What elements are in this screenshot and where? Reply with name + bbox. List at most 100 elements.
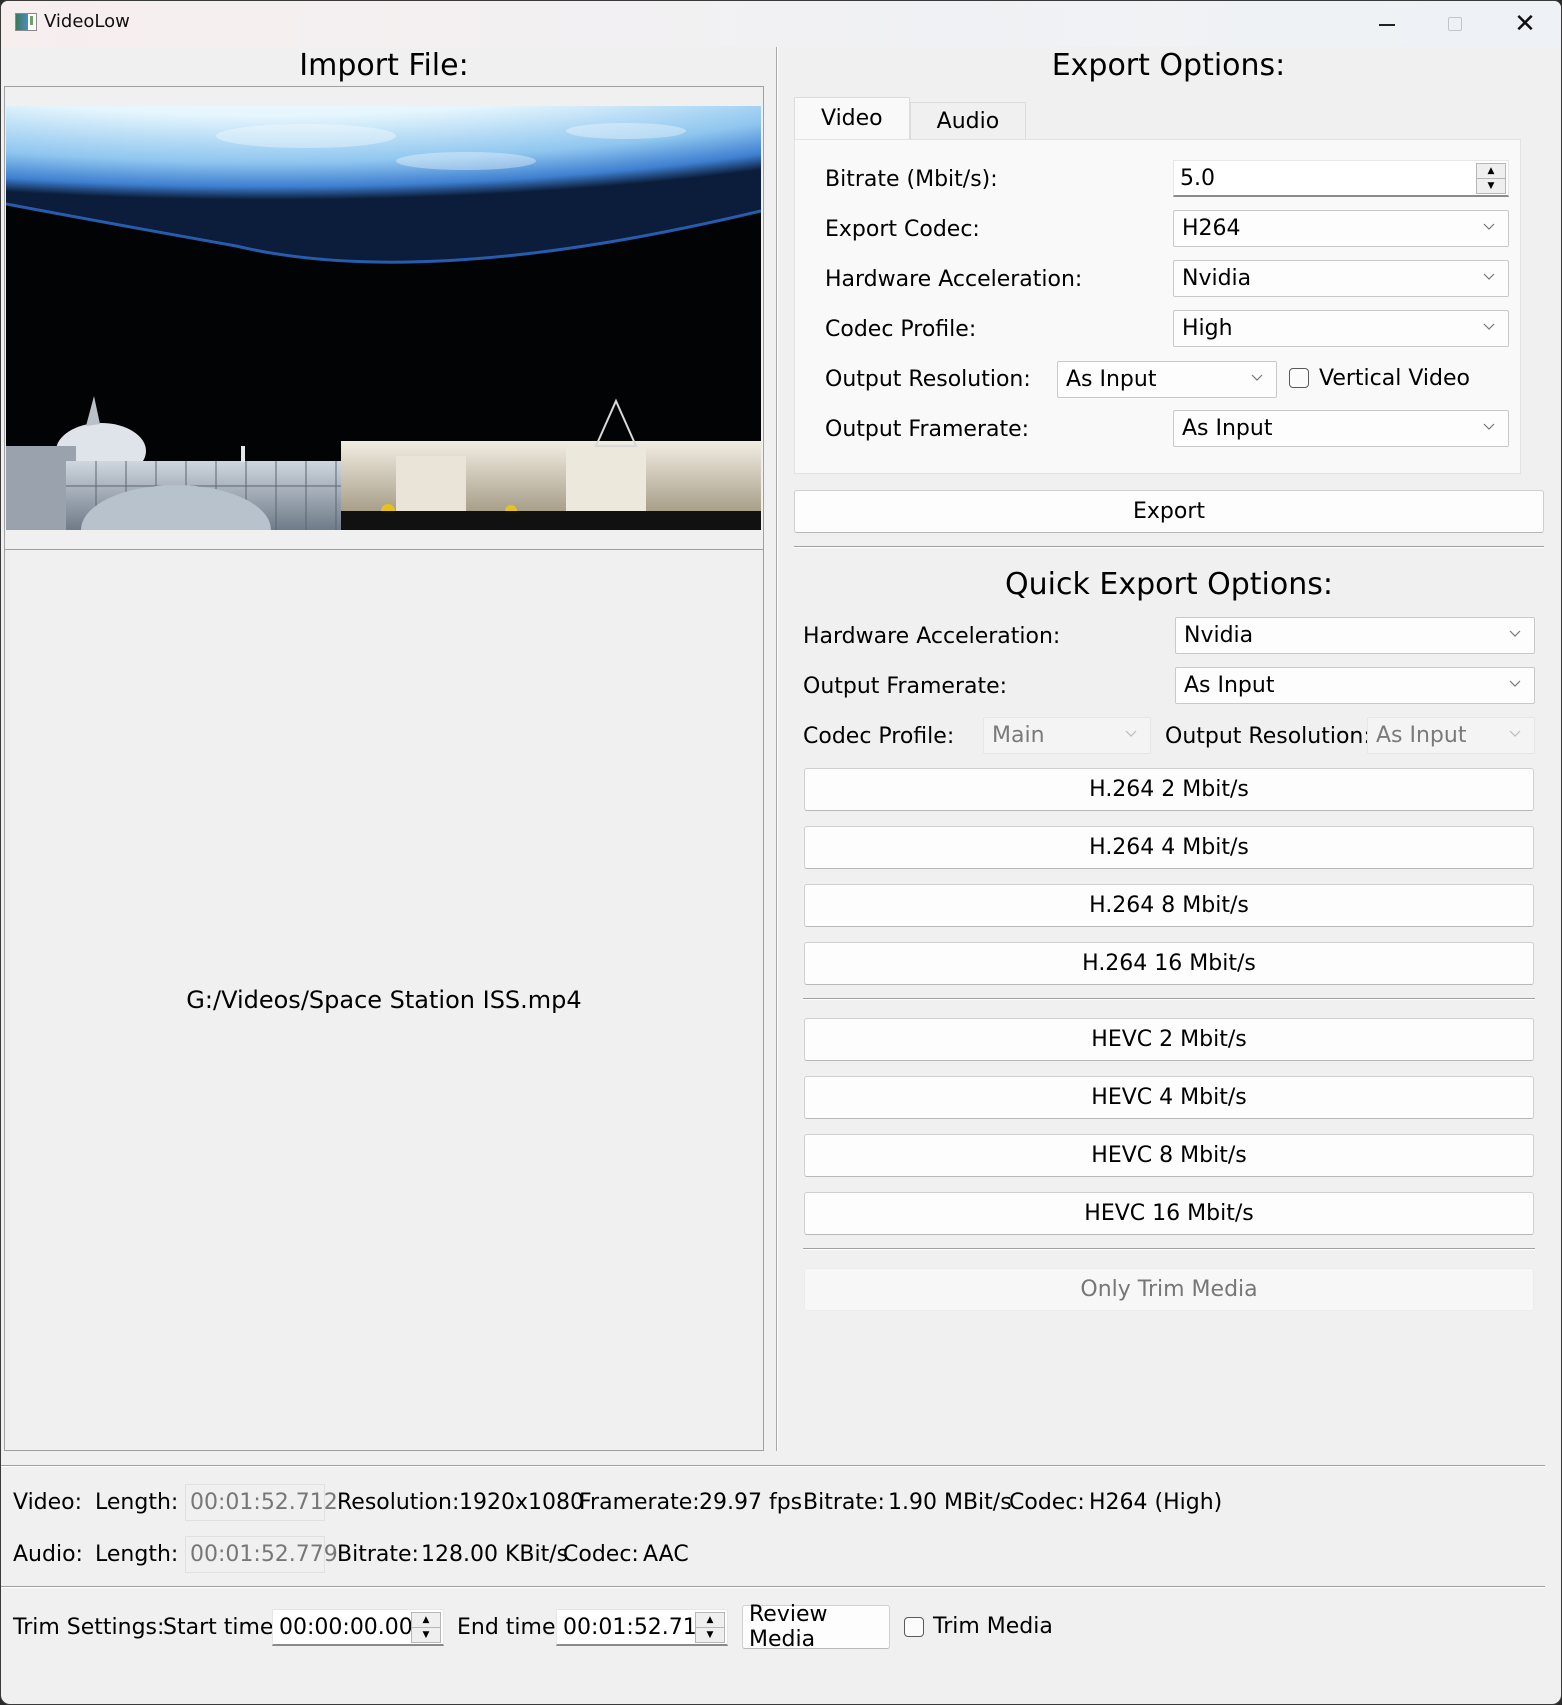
video-length-field: 00:01:52.712 [185, 1484, 338, 1521]
chevron-down-icon [1483, 323, 1495, 330]
start-time-label: Start time [163, 1615, 274, 1640]
bitrate-stepper[interactable]: ▲ ▼ [1476, 163, 1506, 194]
close-button[interactable]: ✕ [1491, 1, 1559, 47]
video-framerate-value: 29.97 fps [699, 1490, 803, 1515]
audio-info-label: Audio: [13, 1542, 83, 1567]
quick-profile-select: Main [983, 717, 1151, 754]
tab-video[interactable]: Video [794, 97, 910, 139]
separator [1, 1465, 1545, 1467]
end-time-spinbox[interactable]: 00:01:52.712 ▲ ▼ [556, 1609, 728, 1646]
end-time-label: End time [457, 1615, 556, 1640]
quick-export-heading: Quick Export Options: [1005, 567, 1333, 602]
video-bitrate-value: 1.90 MBit/s [888, 1490, 1012, 1515]
quick-export-hevc-4-button[interactable]: HEVC 4 Mbit/s [804, 1076, 1534, 1119]
minimize-icon [1379, 24, 1395, 26]
audio-codec-label: Codec: [563, 1542, 639, 1567]
output-framerate-select[interactable]: As Input [1173, 410, 1509, 447]
quick-profile-label: Codec Profile: [803, 724, 955, 749]
output-resolution-select[interactable]: As Input [1057, 361, 1277, 398]
vertical-video-checkbox[interactable] [1289, 368, 1309, 388]
chevron-down-icon [1509, 630, 1521, 637]
video-resolution-value: 1920x1080 [459, 1490, 584, 1515]
quick-export-h264-8-button[interactable]: H.264 8 Mbit/s [804, 884, 1534, 927]
separator [794, 546, 1544, 548]
trim-media-label[interactable]: Trim Media [933, 1614, 1053, 1639]
start-time-value: 00:00:00.000 [279, 1614, 427, 1640]
chevron-down-icon [1509, 680, 1521, 687]
codec-profile-select[interactable]: High [1173, 310, 1509, 347]
video-preview [6, 106, 761, 530]
quick-export-hevc-8-button[interactable]: HEVC 8 Mbit/s [804, 1134, 1534, 1177]
only-trim-media-button: Only Trim Media [804, 1268, 1534, 1311]
start-time-spinbox[interactable]: 00:00:00.000 ▲ ▼ [272, 1609, 444, 1646]
export-codec-select[interactable]: H264 [1173, 210, 1509, 247]
export-tabs: Video Audio [794, 97, 1027, 139]
output-resolution-label: Output Resolution: [825, 367, 1031, 392]
file-path-label: G:/Videos/Space Station ISS.mp4 [186, 986, 582, 1014]
bitrate-spinbox[interactable]: 5.0 ▲ ▼ [1173, 160, 1509, 197]
chevron-down-icon [1125, 730, 1137, 737]
video-resolution-label: Resolution: [337, 1490, 460, 1515]
separator [803, 998, 1535, 1000]
close-icon: ✕ [1514, 9, 1536, 39]
spin-up-icon[interactable]: ▲ [1477, 164, 1505, 179]
hwaccel-label: Hardware Acceleration: [825, 267, 1083, 292]
quick-framerate-select[interactable]: As Input [1175, 667, 1535, 704]
chevron-down-icon [1251, 374, 1263, 381]
video-codec-label: Codec: [1009, 1490, 1085, 1515]
trim-settings-label: Trim Settings: [13, 1615, 165, 1640]
video-length-label: Length: [95, 1490, 179, 1515]
chevron-down-icon [1509, 730, 1521, 737]
minimize-button[interactable] [1353, 1, 1421, 47]
window-title: VideoLow [44, 11, 130, 32]
video-bitrate-label: Bitrate: [803, 1490, 885, 1515]
maximize-icon [1448, 17, 1462, 31]
quick-resolution-label: Output Resolution: [1165, 724, 1371, 749]
spin-up-icon[interactable]: ▲ [412, 1613, 440, 1628]
spin-down-icon[interactable]: ▼ [696, 1628, 724, 1642]
quick-resolution-select: As Input [1367, 717, 1535, 754]
tab-audio[interactable]: Audio [909, 102, 1027, 139]
quick-hwaccel-select[interactable]: Nvidia [1175, 617, 1535, 654]
trim-media-checkbox[interactable] [904, 1617, 924, 1637]
export-heading: Export Options: [1051, 48, 1286, 83]
video-framerate-label: Framerate: [579, 1490, 700, 1515]
spin-up-icon[interactable]: ▲ [696, 1613, 724, 1628]
export-codec-value: H264 [1182, 216, 1241, 241]
quick-framerate-label: Output Framerate: [803, 674, 1008, 699]
audio-bitrate-value: 128.00 KBit/s [421, 1542, 569, 1567]
video-info-label: Video: [13, 1490, 83, 1515]
quick-export-hevc-2-button[interactable]: HEVC 2 Mbit/s [804, 1018, 1534, 1061]
chevron-down-icon [1483, 223, 1495, 230]
quick-export-h264-16-button[interactable]: H.264 16 Mbit/s [804, 942, 1534, 985]
separator [803, 1248, 1535, 1250]
panel-splitter[interactable] [776, 47, 778, 1451]
output-resolution-value: As Input [1066, 367, 1157, 392]
title-bar[interactable]: VideoLow ✕ [1, 1, 1561, 47]
audio-length-label: Length: [95, 1542, 179, 1567]
quick-export-h264-4-button[interactable]: H.264 4 Mbit/s [804, 826, 1534, 869]
video-thumbnail [6, 106, 761, 530]
output-framerate-label: Output Framerate: [825, 417, 1030, 442]
import-heading: Import File: [299, 48, 469, 83]
spin-down-icon[interactable]: ▼ [1477, 179, 1505, 193]
hwaccel-select[interactable]: Nvidia [1173, 260, 1509, 297]
review-media-button[interactable]: Review Media [742, 1602, 890, 1652]
chevron-down-icon [1483, 423, 1495, 430]
export-button[interactable]: Export [794, 490, 1544, 533]
quick-export-hevc-16-button[interactable]: HEVC 16 Mbit/s [804, 1192, 1534, 1235]
audio-length-field: 00:01:52.779 [185, 1536, 338, 1573]
spin-down-icon[interactable]: ▼ [412, 1628, 440, 1642]
quick-export-h264-2-button[interactable]: H.264 2 Mbit/s [804, 768, 1534, 811]
maximize-button[interactable] [1421, 1, 1489, 47]
vertical-video-label[interactable]: Vertical Video [1319, 366, 1470, 391]
start-time-stepper[interactable]: ▲ ▼ [411, 1612, 441, 1643]
output-framerate-value: As Input [1182, 416, 1273, 441]
video-codec-value: H264 (High) [1089, 1490, 1223, 1515]
end-time-stepper[interactable]: ▲ ▼ [695, 1612, 725, 1643]
audio-codec-value: AAC [643, 1542, 689, 1567]
quick-hwaccel-label: Hardware Acceleration: [803, 624, 1061, 649]
app-window: VideoLow ✕ Import File: G:/Videos/Space … [0, 0, 1562, 1705]
end-time-value: 00:01:52.712 [563, 1614, 711, 1640]
export-codec-label: Export Codec: [825, 217, 980, 242]
